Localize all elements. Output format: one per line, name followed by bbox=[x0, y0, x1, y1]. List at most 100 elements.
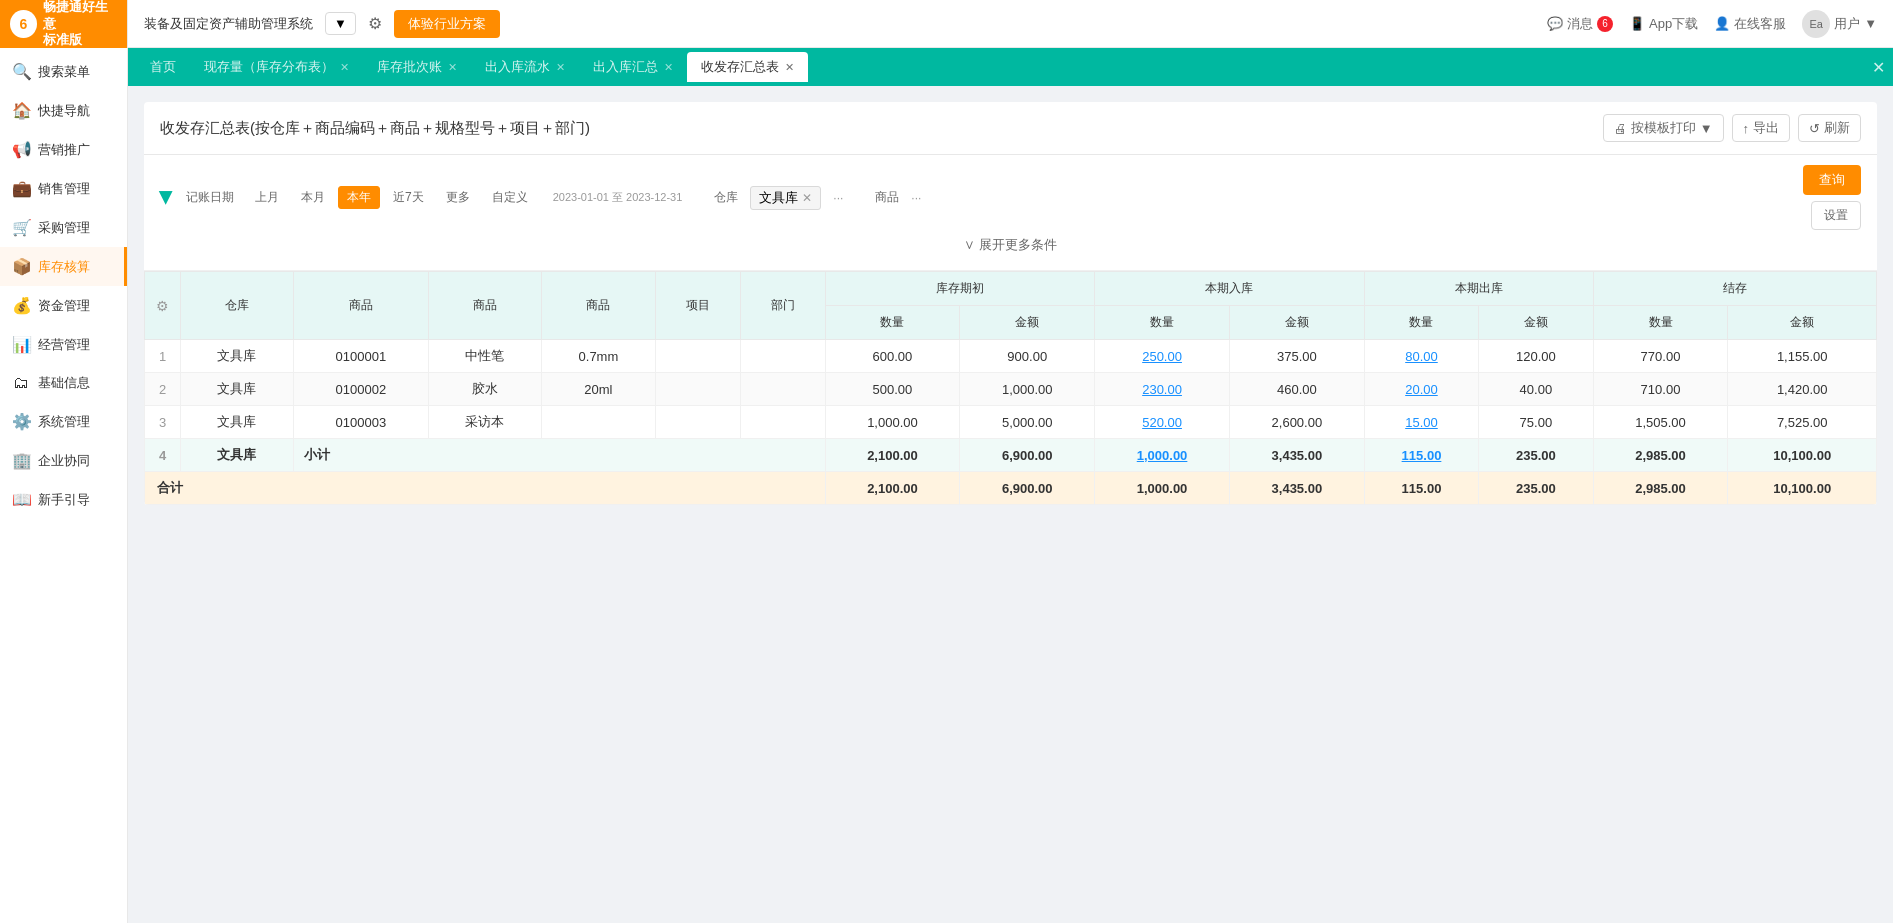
system-select[interactable]: ▼ bbox=[325, 12, 356, 35]
expand-conditions-btn[interactable]: ∨ 展开更多条件 bbox=[964, 236, 1057, 254]
th-goods-name: 商品 bbox=[428, 272, 541, 340]
app-download-btn[interactable]: 📱 App下载 bbox=[1629, 15, 1698, 33]
column-settings-icon[interactable]: ⚙ bbox=[156, 298, 169, 314]
close-all-tabs-btn[interactable]: ✕ bbox=[1872, 58, 1885, 77]
row-out-qty[interactable]: 20.00 bbox=[1364, 373, 1478, 406]
tab-close-batch[interactable]: ✕ bbox=[448, 61, 457, 74]
tab-batch[interactable]: 库存批次账✕ bbox=[363, 52, 471, 82]
sidebar-item-operation[interactable]: 📊 经营管理 bbox=[0, 325, 127, 364]
tab-close-recv-send-summary[interactable]: ✕ bbox=[785, 61, 794, 74]
tab-stock-dist[interactable]: 现存量（库存分布表）✕ bbox=[190, 52, 363, 82]
message-btn[interactable]: 💬 消息 6 bbox=[1547, 15, 1613, 33]
marketing-icon: 📢 bbox=[12, 140, 30, 159]
total-out-qty: 115.00 bbox=[1364, 472, 1478, 505]
date-btn-curr-year[interactable]: 本年 bbox=[338, 186, 380, 209]
sidebar-item-purchase[interactable]: 🛒 采购管理 bbox=[0, 208, 127, 247]
row-name: 采访本 bbox=[428, 406, 541, 439]
row-warehouse: 文具库 bbox=[181, 373, 294, 406]
th-o-qty: 数量 bbox=[825, 306, 960, 340]
sidebar-item-search[interactable]: 🔍 搜索菜单 bbox=[0, 52, 127, 91]
row-o-qty: 500.00 bbox=[825, 373, 960, 406]
export-btn[interactable]: ↑ 导出 bbox=[1732, 114, 1791, 142]
row-out-qty[interactable]: 80.00 bbox=[1364, 340, 1478, 373]
tab-close-stock-dist[interactable]: ✕ bbox=[340, 61, 349, 74]
row-in-qty[interactable]: 250.00 bbox=[1095, 340, 1230, 373]
refresh-icon: ↺ bbox=[1809, 121, 1820, 136]
trial-btn[interactable]: 体验行业方案 bbox=[394, 10, 500, 38]
export-icon: ↑ bbox=[1743, 121, 1750, 136]
sidebar-item-marketing[interactable]: 📢 营销推广 bbox=[0, 130, 127, 169]
system-label: 系统管理 bbox=[38, 413, 90, 431]
quick-nav-icon: 🏠 bbox=[12, 101, 30, 120]
page-title: 收发存汇总表(按仓库＋商品编码＋商品＋规格型号＋项目＋部门) bbox=[160, 119, 590, 138]
total-row: 合计 2,100.00 6,900.00 1,000.00 3,435.00 1… bbox=[145, 472, 1877, 505]
goods-more-btn[interactable]: ··· bbox=[911, 191, 921, 205]
filter-settings-btn[interactable]: 设置 bbox=[1811, 201, 1861, 230]
search-icon: 🔍 bbox=[12, 62, 30, 81]
settings-icon[interactable]: ⚙ bbox=[368, 14, 382, 33]
th-in: 本期入库 bbox=[1095, 272, 1365, 306]
sidebar-item-guide[interactable]: 📖 新手引导 bbox=[0, 480, 127, 519]
th-warehouse: 仓库 bbox=[181, 272, 294, 340]
logo-text: 畅捷通好生意 标准版 bbox=[43, 0, 117, 49]
sidebar-item-system[interactable]: ⚙️ 系统管理 bbox=[0, 402, 127, 441]
tab-recv-send-summary[interactable]: 收发存汇总表✕ bbox=[687, 52, 808, 82]
warehouse-tag-close[interactable]: ✕ bbox=[802, 191, 812, 205]
th-gear: ⚙ bbox=[145, 272, 181, 340]
row-in-qty[interactable]: 230.00 bbox=[1095, 373, 1230, 406]
sidebar-item-base[interactable]: 🗂 基础信息 bbox=[0, 364, 127, 402]
subtotal-in-qty[interactable]: 1,000.00 bbox=[1095, 439, 1230, 472]
row-o-amt: 1,000.00 bbox=[960, 373, 1095, 406]
user-btn[interactable]: Ea 用户 ▼ bbox=[1802, 10, 1877, 38]
online-service-btn[interactable]: 👤 在线客服 bbox=[1714, 15, 1786, 33]
system-icon: ⚙️ bbox=[12, 412, 30, 431]
date-btn-curr[interactable]: 本月 bbox=[292, 186, 334, 209]
subtotal-label: 小计 bbox=[293, 439, 825, 472]
subtotal-out-amt: 235.00 bbox=[1479, 439, 1593, 472]
date-btn-more[interactable]: 更多 bbox=[437, 186, 479, 209]
subtotal-o-qty: 2,100.00 bbox=[825, 439, 960, 472]
sidebar: 6 畅捷通好生意 标准版 🔍 搜索菜单 🏠 快捷导航 📢 营销推广 💼 销售管理… bbox=[0, 0, 128, 923]
sidebar-item-finance[interactable]: 💰 资金管理 bbox=[0, 286, 127, 325]
page-actions: 🖨 按模板打印 ▼ ↑ 导出 ↺ 刷新 bbox=[1603, 114, 1861, 142]
tab-close-inout-flow[interactable]: ✕ bbox=[556, 61, 565, 74]
date-btn-custom[interactable]: 自定义 bbox=[483, 186, 537, 209]
tab-inout-flow[interactable]: 出入库流水✕ bbox=[471, 52, 579, 82]
row-o-qty: 600.00 bbox=[825, 340, 960, 373]
page-content: 收发存汇总表(按仓库＋商品编码＋商品＋规格型号＋项目＋部门) 🖨 按模板打印 ▼… bbox=[128, 86, 1893, 923]
topbar: 装备及固定资产辅助管理系统 ▼ ⚙ 体验行业方案 💬 消息 6 📱 App下载 … bbox=[128, 0, 1893, 48]
data-table: ⚙ 仓库 商品 商品 商品 项目 部门 库存期初 本期入库 本期出库 结存 bbox=[144, 271, 1877, 505]
subtotal-out-qty[interactable]: 115.00 bbox=[1364, 439, 1478, 472]
tab-home[interactable]: 首页 bbox=[136, 52, 190, 82]
row-in-amt: 460.00 bbox=[1229, 373, 1364, 406]
sidebar-item-enterprise[interactable]: 🏢 企业协同 bbox=[0, 441, 127, 480]
print-btn[interactable]: 🖨 按模板打印 ▼ bbox=[1603, 114, 1724, 142]
topbar-right: 💬 消息 6 📱 App下载 👤 在线客服 Ea 用户 ▼ bbox=[1547, 10, 1877, 38]
th-out-amt: 金额 bbox=[1479, 306, 1593, 340]
date-btn-7days[interactable]: 近7天 bbox=[384, 186, 433, 209]
warehouse-more-btn[interactable]: ··· bbox=[833, 191, 843, 205]
tab-label-home: 首页 bbox=[150, 58, 176, 76]
sidebar-item-inventory[interactable]: 📦 库存核算 bbox=[0, 247, 127, 286]
row-spec: 20ml bbox=[541, 373, 655, 406]
tab-close-inout-summary[interactable]: ✕ bbox=[664, 61, 673, 74]
total-o-qty: 2,100.00 bbox=[825, 472, 960, 505]
th-b-amt: 金额 bbox=[1728, 306, 1877, 340]
marketing-label: 营销推广 bbox=[38, 141, 90, 159]
tab-inout-summary[interactable]: 出入库汇总✕ bbox=[579, 52, 687, 82]
refresh-btn[interactable]: ↺ 刷新 bbox=[1798, 114, 1861, 142]
th-opening: 库存期初 bbox=[825, 272, 1095, 306]
sidebar-item-quick-nav[interactable]: 🏠 快捷导航 bbox=[0, 91, 127, 130]
query-btn[interactable]: 查询 bbox=[1803, 165, 1861, 195]
date-range: 2023-01-01 至 2023-12-31 bbox=[553, 190, 683, 205]
row-out-qty[interactable]: 15.00 bbox=[1364, 406, 1478, 439]
enterprise-label: 企业协同 bbox=[38, 452, 90, 470]
message-badge: 6 bbox=[1597, 16, 1613, 32]
print-icon: 🖨 bbox=[1614, 121, 1627, 136]
filter-expand-arrow[interactable]: ▶ bbox=[156, 191, 178, 205]
purchase-label: 采购管理 bbox=[38, 219, 90, 237]
warehouse-tag[interactable]: 文具库 ✕ bbox=[750, 186, 821, 210]
sidebar-item-sales[interactable]: 💼 销售管理 bbox=[0, 169, 127, 208]
date-btn-prev[interactable]: 上月 bbox=[246, 186, 288, 209]
row-in-qty[interactable]: 520.00 bbox=[1095, 406, 1230, 439]
